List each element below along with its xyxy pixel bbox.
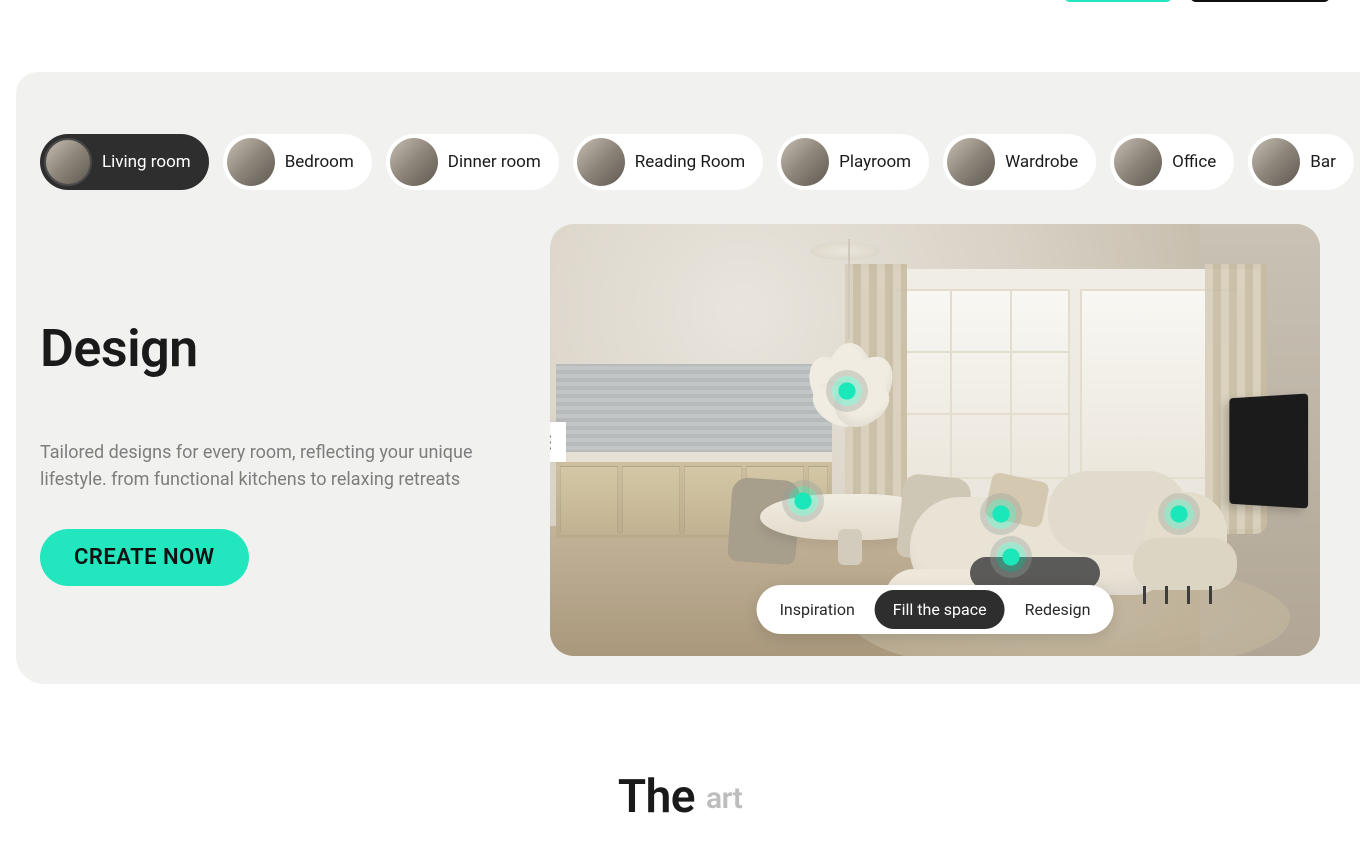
segment-inspiration[interactable]: Inspiration bbox=[762, 590, 873, 629]
room-thumb-icon bbox=[781, 138, 829, 186]
room-thumb-icon bbox=[390, 138, 438, 186]
chip-living-room[interactable]: Living room bbox=[40, 134, 209, 190]
mode-segmented-control: Inspiration Fill the space Redesign bbox=[757, 585, 1114, 634]
subtext: Tailored designs for every room, reflect… bbox=[40, 439, 500, 493]
top-actions bbox=[1064, 0, 1330, 2]
ceiling-medallion bbox=[810, 242, 880, 260]
room-thumb-icon bbox=[44, 138, 92, 186]
dot-icon bbox=[550, 435, 551, 438]
chip-reading-room[interactable]: Reading Room bbox=[573, 134, 763, 190]
hotspot-dot[interactable] bbox=[1164, 499, 1194, 529]
room-chips-row[interactable]: Living room Bedroom Dinner room Reading … bbox=[40, 134, 1360, 190]
compare-slider-handle[interactable] bbox=[550, 422, 566, 462]
chip-bedroom[interactable]: Bedroom bbox=[223, 134, 372, 190]
chip-wardrobe[interactable]: Wardrobe bbox=[943, 134, 1096, 190]
chip-label: Dinner room bbox=[448, 152, 541, 172]
hero-text-column: Design Tailored designs for every room, … bbox=[40, 322, 540, 586]
chip-label: Living room bbox=[102, 152, 191, 172]
tv bbox=[1229, 393, 1308, 508]
chip-label: Playroom bbox=[839, 152, 911, 172]
room-thumb-icon bbox=[227, 138, 275, 186]
segment-redesign[interactable]: Redesign bbox=[1007, 590, 1109, 629]
backsplash bbox=[556, 364, 832, 454]
window-muntin bbox=[950, 289, 952, 479]
window-muntin bbox=[1010, 289, 1012, 479]
hotspot-dot[interactable] bbox=[788, 486, 818, 516]
hotspot-dot[interactable] bbox=[996, 542, 1026, 572]
table-pedestal bbox=[838, 529, 862, 565]
chip-label: Reading Room bbox=[635, 152, 745, 172]
section-2-heading: The art bbox=[0, 770, 1360, 824]
top-primary-button[interactable] bbox=[1064, 0, 1172, 2]
main-card: Living room Bedroom Dinner room Reading … bbox=[16, 72, 1360, 684]
chip-label: Bar bbox=[1310, 152, 1336, 172]
hero-image: Inspiration Fill the space Redesign bbox=[550, 224, 1320, 656]
counter bbox=[556, 452, 832, 462]
chip-office[interactable]: Office bbox=[1110, 134, 1234, 190]
dot-icon bbox=[550, 447, 551, 450]
section2-fade: art bbox=[706, 781, 742, 816]
room-thumb-icon bbox=[577, 138, 625, 186]
window-muntin bbox=[890, 351, 1070, 353]
section2-main: The bbox=[618, 770, 695, 824]
chip-label: Bedroom bbox=[285, 152, 354, 172]
create-now-button[interactable]: CREATE NOW bbox=[40, 529, 249, 586]
window-pane bbox=[890, 289, 1070, 479]
dot-icon bbox=[550, 441, 551, 444]
chip-dinner-room[interactable]: Dinner room bbox=[386, 134, 559, 190]
top-dark-button[interactable] bbox=[1190, 0, 1330, 2]
chip-playroom[interactable]: Playroom bbox=[777, 134, 929, 190]
hotspot-dot[interactable] bbox=[986, 499, 1016, 529]
window-muntin bbox=[890, 413, 1070, 415]
segment-fill-the-space[interactable]: Fill the space bbox=[875, 590, 1005, 629]
room-thumb-icon bbox=[1114, 138, 1162, 186]
chip-label: Office bbox=[1172, 152, 1216, 172]
headline: Design bbox=[40, 322, 540, 377]
chip-label: Wardrobe bbox=[1005, 152, 1078, 172]
hotspot-dot[interactable] bbox=[832, 376, 862, 406]
room-thumb-icon bbox=[947, 138, 995, 186]
room-thumb-icon bbox=[1252, 138, 1300, 186]
chip-bar[interactable]: Bar bbox=[1248, 134, 1354, 190]
